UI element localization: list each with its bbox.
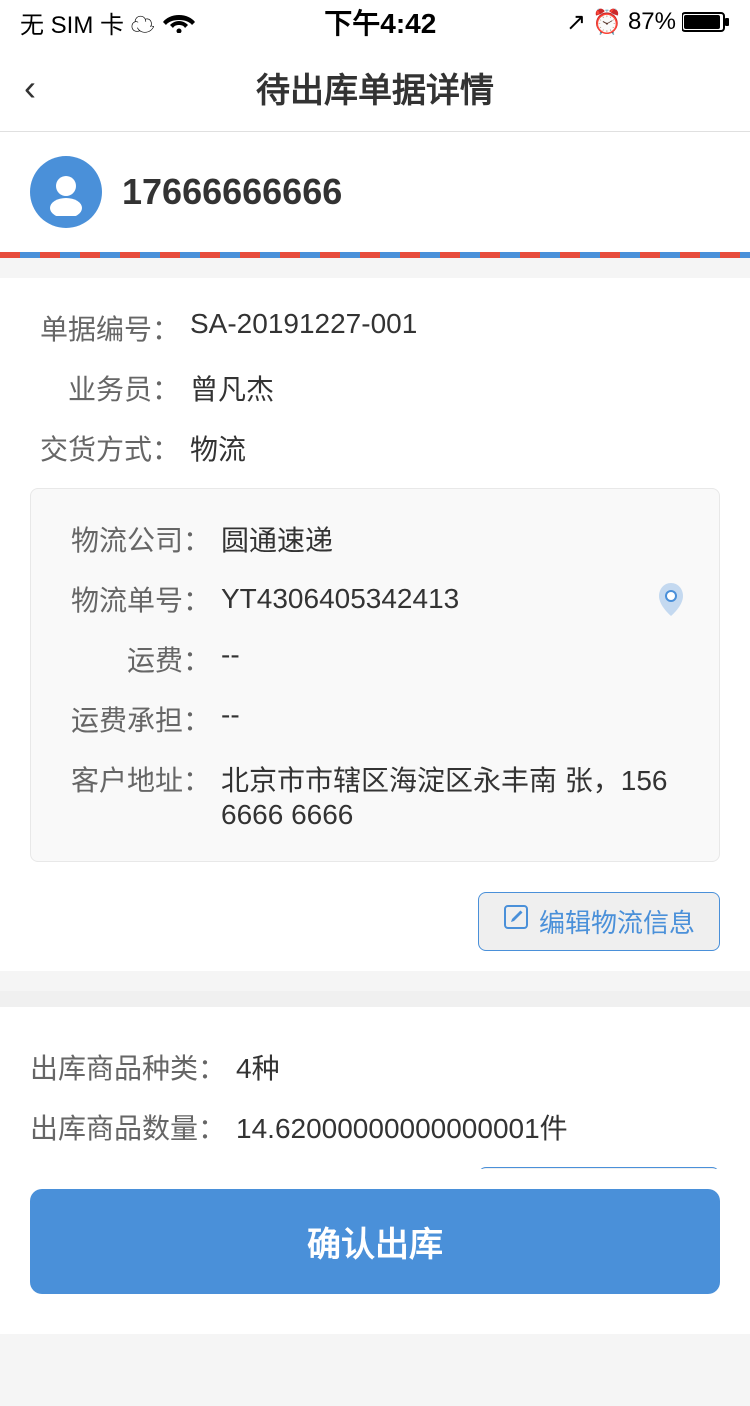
address-value: 北京市市辖区海淀区永丰南 张，156 6666 6666 bbox=[211, 759, 689, 831]
logistics-card: 物流公司： 圆通速递 物流单号： YT4306405342413 运费： -- bbox=[30, 488, 720, 862]
location-icon: ↗ bbox=[566, 8, 586, 37]
battery-percent: 87% bbox=[628, 8, 676, 36]
doc-number-label: 单据编号： bbox=[30, 308, 180, 348]
delivery-row: 交货方式： 物流 bbox=[30, 418, 720, 478]
avatar bbox=[30, 156, 102, 228]
logistics-company-row: 物流公司： 圆通速递 bbox=[61, 509, 689, 569]
edit-logistics-label: 编辑物流信息 bbox=[539, 903, 695, 940]
bottom-area: 确认出库 bbox=[0, 1169, 750, 1334]
logistics-company-value: 圆通速递 bbox=[211, 519, 689, 559]
goods-types-label: 出库商品种类： bbox=[30, 1047, 226, 1087]
goods-types-row: 出库商品种类： 4种 bbox=[30, 1037, 720, 1097]
goods-quantity-value: 14.62000000000000001件 bbox=[226, 1107, 720, 1147]
status-time: 下午4:42 bbox=[324, 2, 436, 42]
alarm-icon: ⏰ bbox=[592, 8, 622, 37]
freight-label: 运费： bbox=[61, 639, 211, 679]
nav-bar: ‹ 待出库单据详情 bbox=[0, 44, 750, 132]
user-avatar-icon bbox=[42, 168, 90, 216]
order-info-section: 单据编号： SA-20191227-001 业务员： 曾凡杰 交货方式： 物流 … bbox=[0, 278, 750, 971]
dashed-divider bbox=[0, 252, 750, 258]
doc-number-value: SA-20191227-001 bbox=[180, 308, 720, 340]
section-separator bbox=[0, 991, 750, 1007]
edit-logistics-row: 编辑物流信息 bbox=[30, 882, 720, 951]
staff-label: 业务员： bbox=[30, 368, 180, 408]
edit-logistics-button[interactable]: 编辑物流信息 bbox=[478, 892, 720, 951]
goods-types-value: 4种 bbox=[226, 1047, 720, 1087]
battery-icon bbox=[682, 11, 730, 33]
back-button[interactable]: ‹ bbox=[24, 67, 36, 109]
page-title: 待出库单据详情 bbox=[256, 63, 494, 112]
staff-row: 业务员： 曾凡杰 bbox=[30, 358, 720, 418]
freight-bear-label: 运费承担： bbox=[61, 699, 211, 739]
status-bar: 无 SIM 卡 ☁ 下午4:42 ↗ ⏰ 87% bbox=[0, 0, 750, 44]
freight-value: -- bbox=[211, 639, 689, 671]
user-card: 17666666666 bbox=[0, 132, 750, 252]
logistics-company-label: 物流公司： bbox=[61, 519, 211, 559]
status-left: 无 SIM 卡 ☁ bbox=[20, 5, 195, 40]
doc-number-row: 单据编号： SA-20191227-001 bbox=[30, 298, 720, 358]
tracking-label: 物流单号： bbox=[61, 579, 211, 619]
staff-value: 曾凡杰 bbox=[180, 368, 720, 408]
goods-quantity-label: 出库商品数量： bbox=[30, 1107, 226, 1147]
freight-bear-row: 运费承担： -- bbox=[61, 689, 689, 749]
tracking-row: 物流单号： YT4306405342413 bbox=[61, 569, 689, 629]
user-phone: 17666666666 bbox=[122, 171, 342, 213]
goods-quantity-row: 出库商品数量： 14.62000000000000001件 bbox=[30, 1097, 720, 1157]
freight-bear-value: -- bbox=[211, 699, 689, 731]
confirm-outbound-button[interactable]: 确认出库 bbox=[30, 1189, 720, 1294]
location-map-icon[interactable] bbox=[653, 581, 689, 617]
sim-status: 无 SIM 卡 ☁ bbox=[20, 5, 155, 40]
edit-icon bbox=[503, 904, 531, 939]
delivery-value: 物流 bbox=[180, 428, 720, 468]
address-row: 客户地址： 北京市市辖区海淀区永丰南 张，156 6666 6666 bbox=[61, 749, 689, 841]
status-right: ↗ ⏰ 87% bbox=[566, 8, 730, 37]
freight-row: 运费： -- bbox=[61, 629, 689, 689]
delivery-label: 交货方式： bbox=[30, 428, 180, 468]
address-label: 客户地址： bbox=[61, 759, 211, 799]
wifi-icon bbox=[163, 11, 195, 33]
tracking-value: YT4306405342413 bbox=[211, 583, 643, 615]
